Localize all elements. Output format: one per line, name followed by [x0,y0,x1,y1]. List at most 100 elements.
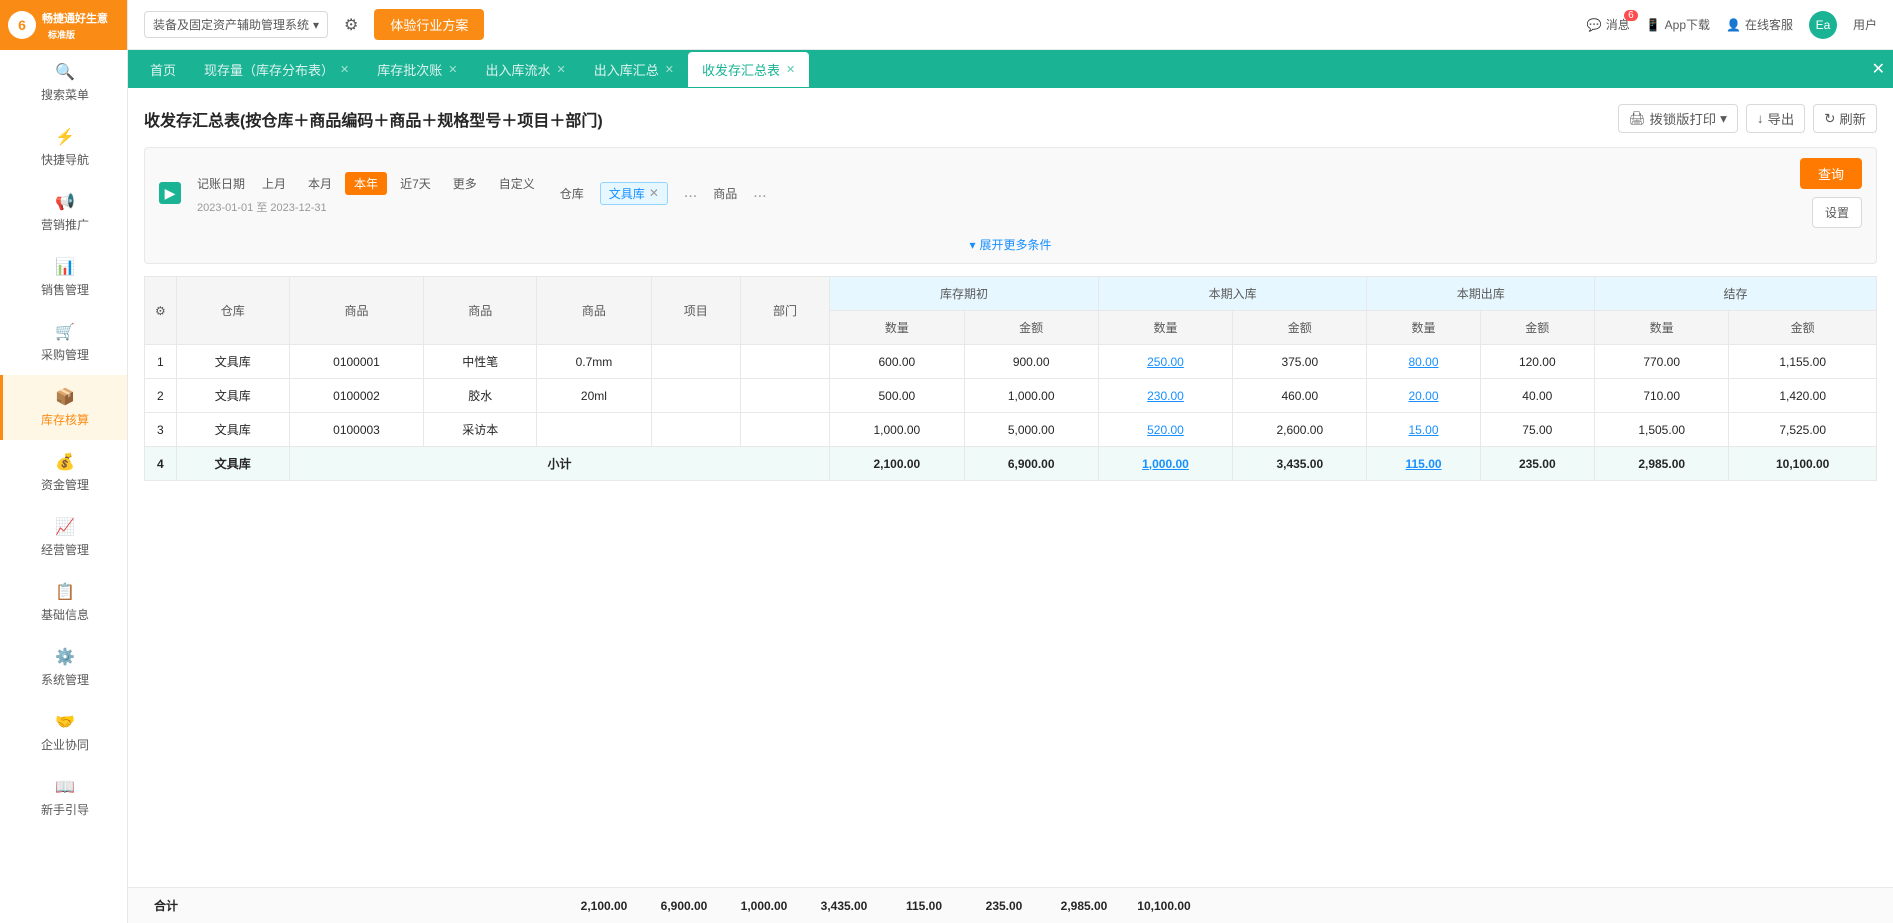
tab-inventory-dist[interactable]: 现存量（库存分布表） ✕ [190,52,363,87]
tab-summary[interactable]: 出入库汇总 ✕ [580,52,688,87]
subtotal-out-amt: 235.00 [1480,447,1594,481]
sidebar-item-purchase[interactable]: 🛒 采购管理 [0,310,127,375]
col-warehouse-header: 仓库 [176,277,289,345]
sidebar-item-operations[interactable]: 📈 经营管理 [0,505,127,570]
refresh-button[interactable]: ↻ 刷新 [1813,104,1877,133]
purchase-icon: 🛒 [55,322,75,342]
tab-receive-summary[interactable]: 收发存汇总表 ✕ [688,52,809,87]
row-bal-amt: 1,420.00 [1729,379,1877,413]
export-icon: ↓ [1757,111,1764,126]
goods-ellipsis[interactable]: ... [753,184,766,202]
row-in-qty[interactable]: 520.00 [1098,413,1232,447]
warehouse-ellipsis[interactable]: ... [684,184,697,202]
sidebar-item-basic-info[interactable]: 📋 基础信息 [0,570,127,635]
subtotal-bal-qty: 2,985.00 [1595,447,1729,481]
row-goods-spec: 0.7mm [537,345,651,379]
page-title-row: 收发存汇总表(按仓库＋商品编码＋商品＋规格型号＋项目＋部门) 🖨 拨锁版打印 ▾… [144,104,1877,133]
warehouse-tag-remove[interactable]: ✕ [649,186,659,200]
row-dept [740,345,829,379]
row-out-qty[interactable]: 15.00 [1367,413,1480,447]
gear-icon[interactable]: ⚙ [344,15,358,35]
page-title: 收发存汇总表(按仓库＋商品编码＋商品＋规格型号＋项目＋部门) [144,107,603,131]
support-icon: 👤 [1726,18,1741,32]
query-button[interactable]: 查询 [1800,158,1862,189]
print-button[interactable]: 🖨 拨锁版打印 ▾ [1618,104,1738,133]
close-icon[interactable]: ✕ [557,63,566,76]
sales-icon: 📊 [55,257,75,277]
sidebar-item-label: 基础信息 [41,606,89,623]
subtotal-warehouse: 文具库 [176,447,289,481]
tab-inventory-dist-label: 现存量（库存分布表） [204,60,334,79]
data-table: ⚙ 仓库 商品 商品 商品 项目 部门 库存期初 本期入库 本期出库 结存 数量 [144,276,1877,481]
sidebar-item-inventory[interactable]: 📦 库存核算 [0,375,127,440]
messages-badge: 6 [1624,10,1638,21]
main-area: 装备及固定资产辅助管理系统 ▾ ⚙ 体验行业方案 💬 消息 6 📱 App下载 … [128,0,1893,923]
system-selector[interactable]: 装备及固定资产辅助管理系统 ▾ [144,11,328,38]
filter-collapse-button[interactable]: ▶ [159,182,181,204]
sidebar-item-guide[interactable]: 📖 新手引导 [0,765,127,830]
sidebar: 6 畅捷通好生意 标准版 🔍 搜索菜单 ⚡ 快捷导航 📢 营销推广 📊 销售管理… [0,0,128,923]
row-open-qty: 600.00 [830,345,964,379]
row-in-amt: 2,600.00 [1233,413,1367,447]
header-right: 💬 消息 6 📱 App下载 👤 在线客服 Ea 用户 [1587,11,1877,39]
tab-batch[interactable]: 库存批次账 ✕ [363,52,471,87]
subtotal-no: 4 [145,447,177,481]
date-btn-7days[interactable]: 近7天 [391,172,440,195]
enterprise-icon: 🤝 [55,712,75,732]
subtotal-bal-amt: 10,100.00 [1729,447,1877,481]
sidebar-logo: 6 畅捷通好生意 标准版 [0,0,127,50]
col-goods-code-header: 商品 [289,277,423,345]
close-icon[interactable]: ✕ [665,63,674,76]
col-bal-amt: 金额 [1729,311,1877,345]
sidebar-item-sales[interactable]: 📊 销售管理 [0,245,127,310]
export-button[interactable]: ↓ 导出 [1746,104,1805,133]
row-out-qty[interactable]: 80.00 [1367,345,1480,379]
user-label[interactable]: 用户 [1853,16,1877,33]
footer-in-amt: 3,435.00 [804,899,884,913]
close-icon[interactable]: ✕ [786,63,795,76]
sidebar-item-quicknav[interactable]: ⚡ 快捷导航 [0,115,127,180]
tab-home[interactable]: 首页 [136,52,190,87]
tabs-bar: 首页 现存量（库存分布表） ✕ 库存批次账 ✕ 出入库流水 ✕ 出入库汇总 ✕ … [128,50,1893,88]
col-dept-header: 部门 [740,277,829,345]
date-btn-custom[interactable]: 自定义 [490,172,544,195]
sidebar-item-marketing[interactable]: 📢 营销推广 [0,180,127,245]
close-icon[interactable]: ✕ [448,63,457,76]
expand-conditions-button[interactable]: ▾ 展开更多条件 [969,236,1051,253]
row-bal-qty: 770.00 [1595,345,1729,379]
date-btn-lastmonth[interactable]: 上月 [253,172,295,195]
row-in-qty[interactable]: 230.00 [1098,379,1232,413]
trial-button[interactable]: 体验行业方案 [374,9,484,40]
tabs-close-all[interactable]: ✕ [1872,59,1885,79]
sidebar-item-system[interactable]: ⚙️ 系统管理 [0,635,127,700]
row-out-amt: 120.00 [1480,345,1594,379]
date-btn-more[interactable]: 更多 [444,172,486,195]
user-avatar[interactable]: Ea [1809,11,1837,39]
row-in-amt: 460.00 [1233,379,1367,413]
row-bal-qty: 710.00 [1595,379,1729,413]
online-support-button[interactable]: 👤 在线客服 [1726,16,1793,33]
app-download-button[interactable]: 📱 App下载 [1646,16,1710,33]
close-icon[interactable]: ✕ [340,63,349,76]
subtotal-out-qty: 115.00 [1367,447,1480,481]
print-icon: 🖨 [1629,111,1646,127]
row-in-amt: 375.00 [1233,345,1367,379]
row-warehouse: 文具库 [176,345,289,379]
messages-button[interactable]: 💬 消息 6 [1587,16,1630,33]
row-out-qty[interactable]: 20.00 [1367,379,1480,413]
sidebar-item-label: 搜索菜单 [41,86,89,103]
date-btn-thismonth[interactable]: 本月 [299,172,341,195]
col-settings[interactable]: ⚙ [145,277,177,345]
sidebar-item-finance[interactable]: 💰 资金管理 [0,440,127,505]
mobile-icon: 📱 [1646,18,1661,32]
sidebar-item-search[interactable]: 🔍 搜索菜单 [0,50,127,115]
settings-button[interactable]: 设置 [1812,197,1862,228]
footer-bal-qty: 2,985.00 [1044,899,1124,913]
sidebar-item-enterprise[interactable]: 🤝 企业协同 [0,700,127,765]
row-no: 1 [145,345,177,379]
row-in-qty[interactable]: 250.00 [1098,345,1232,379]
tab-flow[interactable]: 出入库流水 ✕ [471,52,579,87]
refresh-icon: ↻ [1824,111,1835,127]
page-actions: 🖨 拨锁版打印 ▾ ↓ 导出 ↻ 刷新 [1618,104,1877,133]
date-btn-thisyear[interactable]: 本年 [345,172,387,195]
